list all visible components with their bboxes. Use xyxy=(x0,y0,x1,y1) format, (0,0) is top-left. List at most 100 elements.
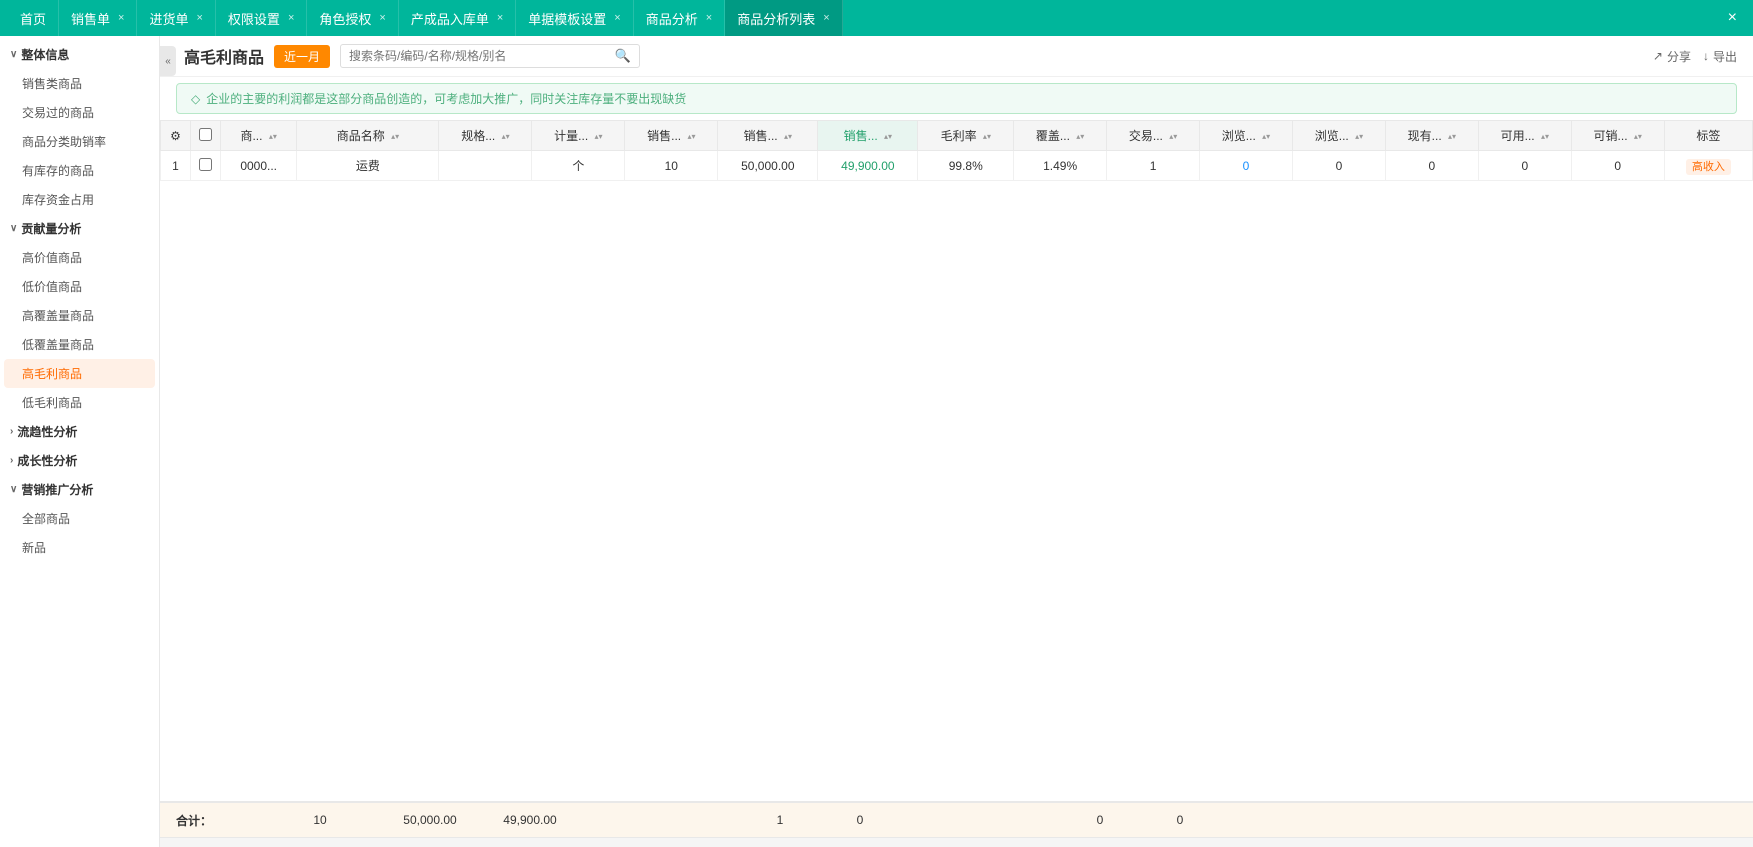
nav-item-product-storage[interactable]: 产成品入库单 × xyxy=(399,0,516,36)
nav-item-analysis-list[interactable]: 商品分析列表 × xyxy=(725,0,842,36)
td-checkbox[interactable] xyxy=(191,151,221,181)
main-layout: ∨ 整体信息 销售类商品 交易过的商品 商品分类助销率 有库存的商品 库存资金占… xyxy=(0,36,1753,847)
sidebar-item-traded-goods[interactable]: 交易过的商品 xyxy=(0,98,159,127)
sidebar-group-growth[interactable]: › 成长性分析 xyxy=(0,446,159,475)
nav-item-sales[interactable]: 销售单 × xyxy=(59,0,137,36)
nav-close-product-storage[interactable]: × xyxy=(497,12,503,24)
nav-item-purchase[interactable]: 进货单 × xyxy=(137,0,215,36)
search-icon[interactable]: 🔍 xyxy=(615,48,631,64)
sidebar-item-high-value[interactable]: 高价值商品 xyxy=(0,243,159,272)
sidebar-item-sales-goods[interactable]: 销售类商品 xyxy=(0,69,159,98)
th-sales-qty-label: 销售... xyxy=(647,129,681,143)
nav-label-product-storage: 产成品入库单 xyxy=(411,9,489,28)
close-all-icon: × xyxy=(1728,9,1737,26)
sort-trade-icon[interactable]: ▴▾ xyxy=(1169,132,1177,141)
sort-sales-profit-icon[interactable]: ▴▾ xyxy=(884,132,892,141)
th-unit[interactable]: 计量... ▴▾ xyxy=(532,121,625,151)
nav-close-template[interactable]: × xyxy=(614,12,620,24)
th-spec[interactable]: 规格... ▴▾ xyxy=(439,121,532,151)
th-gross-margin[interactable]: 毛利率 ▴▾ xyxy=(918,121,1014,151)
data-table: ⚙ 商... ▴▾ 商品名称 ▴▾ xyxy=(160,120,1753,181)
td-spec xyxy=(439,151,532,181)
th-browse1[interactable]: 浏览... ▴▾ xyxy=(1200,121,1293,151)
sort-gross-margin-icon[interactable]: ▴▾ xyxy=(983,132,991,141)
sidebar-item-traded-goods-label: 交易过的商品 xyxy=(22,106,94,120)
sort-code-icon[interactable]: ▴▾ xyxy=(269,132,277,141)
nav-close-analysis-list[interactable]: × xyxy=(823,12,829,24)
sidebar-item-high-margin[interactable]: 高毛利商品 xyxy=(4,359,155,388)
sidebar-group-marketing[interactable]: ∨ 营销推广分析 xyxy=(0,475,159,504)
th-sales-amount[interactable]: 销售... ▴▾ xyxy=(718,121,818,151)
data-table-container[interactable]: ⚙ 商... ▴▾ 商品名称 ▴▾ xyxy=(160,120,1753,801)
info-banner: ◇ 企业的主要的利润都是这部分商品创造的，可考虑加大推广，同时关注库存量不要出现… xyxy=(176,83,1737,114)
td-browse1[interactable]: 0 xyxy=(1200,151,1293,181)
total-available: 0 xyxy=(1060,813,1140,827)
sidebar-item-low-coverage[interactable]: 低覆盖量商品 xyxy=(0,330,159,359)
filter-recent-month-button[interactable]: 近一月 xyxy=(274,45,330,68)
td-available: 0 xyxy=(1478,151,1571,181)
sort-name-icon[interactable]: ▴▾ xyxy=(391,132,399,141)
th-coverage[interactable]: 覆盖... ▴▾ xyxy=(1014,121,1107,151)
th-spec-label: 规格... xyxy=(461,129,495,143)
header-actions: ↗ 分享 ↓ 导出 xyxy=(1653,48,1737,65)
th-name[interactable]: 商品名称 ▴▾ xyxy=(297,121,439,151)
close-all-tabs-button[interactable]: × xyxy=(1720,9,1745,27)
nav-item-home[interactable]: 首页 xyxy=(8,0,59,36)
sort-coverage-icon[interactable]: ▴▾ xyxy=(1076,132,1084,141)
th-browse2[interactable]: 浏览... ▴▾ xyxy=(1292,121,1385,151)
nav-close-purchase[interactable]: × xyxy=(196,12,202,24)
nav-close-permission[interactable]: × xyxy=(288,12,294,24)
export-button[interactable]: ↓ 导出 xyxy=(1703,48,1737,65)
sidebar-item-in-stock-label: 有库存的商品 xyxy=(22,164,94,178)
sidebar-item-category-assist[interactable]: 商品分类助销率 xyxy=(0,127,159,156)
share-button[interactable]: ↗ 分享 xyxy=(1653,48,1691,65)
th-saleable[interactable]: 可销... ▴▾ xyxy=(1571,121,1664,151)
sort-spec-icon[interactable]: ▴▾ xyxy=(502,132,510,141)
sidebar-item-high-coverage[interactable]: 高覆盖量商品 xyxy=(0,301,159,330)
th-trade[interactable]: 交易... ▴▾ xyxy=(1107,121,1200,151)
row-checkbox[interactable] xyxy=(199,158,212,171)
sidebar-item-low-value[interactable]: 低价值商品 xyxy=(0,272,159,301)
sort-unit-icon[interactable]: ▴▾ xyxy=(595,132,603,141)
sort-sales-qty-icon[interactable]: ▴▾ xyxy=(687,132,695,141)
sidebar-item-in-stock[interactable]: 有库存的商品 xyxy=(0,156,159,185)
nav-close-sales[interactable]: × xyxy=(118,12,124,24)
select-all-checkbox[interactable] xyxy=(199,128,212,141)
total-trade: 1 xyxy=(740,813,820,827)
th-sales-qty[interactable]: 销售... ▴▾ xyxy=(625,121,718,151)
th-settings[interactable]: ⚙ xyxy=(161,121,191,151)
th-sales-profit[interactable]: 销售... ▴▾ xyxy=(818,121,918,151)
nav-item-analysis[interactable]: 商品分析 × xyxy=(634,0,725,36)
sort-sales-amount-icon[interactable]: ▴▾ xyxy=(784,132,792,141)
info-icon: ◇ xyxy=(191,92,200,106)
th-code[interactable]: 商... ▴▾ xyxy=(221,121,297,151)
export-icon: ↓ xyxy=(1703,49,1709,63)
nav-item-template[interactable]: 单据模板设置 × xyxy=(516,0,633,36)
sidebar-item-low-margin[interactable]: 低毛利商品 xyxy=(0,388,159,417)
nav-close-analysis[interactable]: × xyxy=(706,12,712,24)
sort-saleable-icon[interactable]: ▴▾ xyxy=(1634,132,1642,141)
sidebar-group-contribution[interactable]: ∨ 贡献量分析 xyxy=(0,214,159,243)
search-input[interactable] xyxy=(349,49,611,63)
th-tag[interactable]: 标签 xyxy=(1664,121,1752,151)
th-current[interactable]: 现有... ▴▾ xyxy=(1385,121,1478,151)
sort-browse1-icon[interactable]: ▴▾ xyxy=(1262,132,1270,141)
nav-close-role[interactable]: × xyxy=(379,12,385,24)
th-checkbox[interactable] xyxy=(191,121,221,151)
sort-available-icon[interactable]: ▴▾ xyxy=(1541,132,1549,141)
bottom-scrollbar[interactable] xyxy=(160,837,1753,847)
sidebar-collapse-button[interactable]: « xyxy=(160,46,176,76)
sidebar-item-low-coverage-label: 低覆盖量商品 xyxy=(22,338,94,352)
sidebar-item-all-goods[interactable]: 全部商品 xyxy=(0,504,159,533)
th-available[interactable]: 可用... ▴▾ xyxy=(1478,121,1571,151)
sidebar-item-stock-capital[interactable]: 库存资金占用 xyxy=(0,185,159,214)
sidebar-group-trend[interactable]: › 流趋性分析 xyxy=(0,417,159,446)
sidebar-group-overall[interactable]: ∨ 整体信息 xyxy=(0,40,159,69)
nav-item-permission[interactable]: 权限设置 × xyxy=(216,0,307,36)
nav-item-role[interactable]: 角色授权 × xyxy=(307,0,398,36)
sidebar-item-new-goods[interactable]: 新品 xyxy=(0,533,159,562)
sort-browse2-icon[interactable]: ▴▾ xyxy=(1355,132,1363,141)
sort-current-icon[interactable]: ▴▾ xyxy=(1448,132,1456,141)
sidebar: ∨ 整体信息 销售类商品 交易过的商品 商品分类助销率 有库存的商品 库存资金占… xyxy=(0,36,160,847)
total-browse2-spacer xyxy=(900,813,980,827)
